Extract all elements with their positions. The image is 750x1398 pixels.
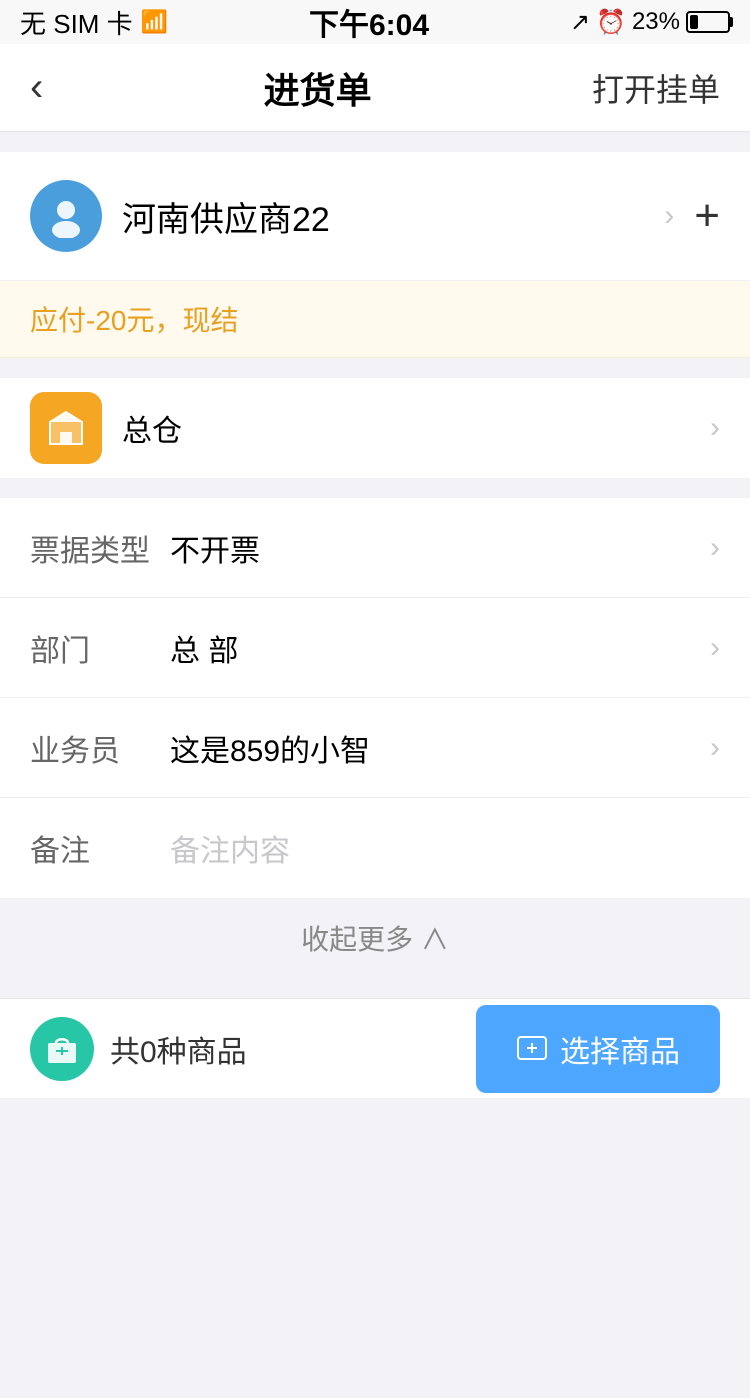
battery-icon: [686, 11, 730, 33]
department-value: 总 部: [170, 626, 710, 670]
divider-3: [0, 478, 750, 498]
status-right: ↗ ⏰ 23%: [570, 8, 730, 37]
add-supplier-button[interactable]: +: [694, 194, 720, 238]
department-row[interactable]: 部门 总 部 ›: [0, 598, 750, 698]
invoice-type-value: 不开票: [170, 526, 710, 570]
divider-4: [0, 978, 750, 998]
invoice-type-label: 票据类型: [30, 526, 170, 570]
supplier-name: 河南供应商22: [122, 192, 664, 241]
remark-label: 备注: [30, 826, 170, 870]
battery-label: 23%: [632, 8, 680, 36]
page-background: [0, 1098, 750, 1398]
wifi-icon: 📶: [141, 9, 168, 35]
salesperson-row[interactable]: 业务员 这是859的小智 ›: [0, 698, 750, 798]
bottom-bar: 共0种商品 选择商品: [0, 998, 750, 1098]
status-bar: 无 SIM 卡 📶 下午6:04 ↗ ⏰ 23%: [0, 0, 750, 44]
invoice-type-chevron-icon: ›: [710, 531, 720, 565]
invoice-type-row[interactable]: 票据类型 不开票 ›: [0, 498, 750, 598]
salesperson-value: 这是859的小智: [170, 726, 710, 770]
nav-bar: ‹ 进货单 打开挂单: [0, 44, 750, 132]
warehouse-name: 总仓: [122, 406, 710, 450]
supplier-row[interactable]: 河南供应商22 › +: [0, 152, 750, 281]
warehouse-icon: [30, 392, 102, 464]
warehouse-row[interactable]: 总仓 ›: [0, 378, 750, 478]
remark-input[interactable]: 备注内容: [170, 826, 720, 870]
divider-2: [0, 358, 750, 378]
alarm-icon: ⏰: [596, 8, 626, 37]
product-count-label: 共0种商品: [110, 1027, 476, 1071]
warehouse-chevron-icon: ›: [710, 411, 720, 445]
status-carrier: 无 SIM 卡 📶: [20, 4, 168, 41]
warehouse-section: 总仓 ›: [0, 378, 750, 478]
status-time: 下午6:04: [309, 0, 429, 44]
collapse-label: 收起更多 ∧: [301, 918, 449, 958]
location-icon: ↗: [570, 8, 590, 37]
salesperson-chevron-icon: ›: [710, 731, 720, 765]
department-chevron-icon: ›: [710, 631, 720, 665]
back-button[interactable]: ‹: [30, 65, 43, 110]
notice-text: 应付-20元，现结: [30, 305, 238, 336]
page-title: 进货单: [264, 62, 372, 114]
department-label: 部门: [30, 626, 170, 670]
remark-row[interactable]: 备注 备注内容: [0, 798, 750, 898]
supplier-avatar: [30, 180, 102, 252]
product-icon: [30, 1017, 94, 1081]
collapse-button[interactable]: 收起更多 ∧: [0, 898, 750, 978]
select-product-label: 选择商品: [560, 1027, 680, 1071]
divider-1: [0, 132, 750, 152]
supplier-chevron-icon: ›: [664, 199, 674, 233]
form-section: 票据类型 不开票 › 部门 总 部 › 业务员 这是859的小智 › 备注 备注…: [0, 498, 750, 898]
select-product-button[interactable]: 选择商品: [476, 1005, 720, 1093]
notice-bar: 应付-20元，现结: [0, 281, 750, 358]
open-pending-button[interactable]: 打开挂单: [592, 65, 720, 111]
supplier-section: 河南供应商22 › + 应付-20元，现结: [0, 152, 750, 358]
salesperson-label: 业务员: [30, 726, 170, 770]
